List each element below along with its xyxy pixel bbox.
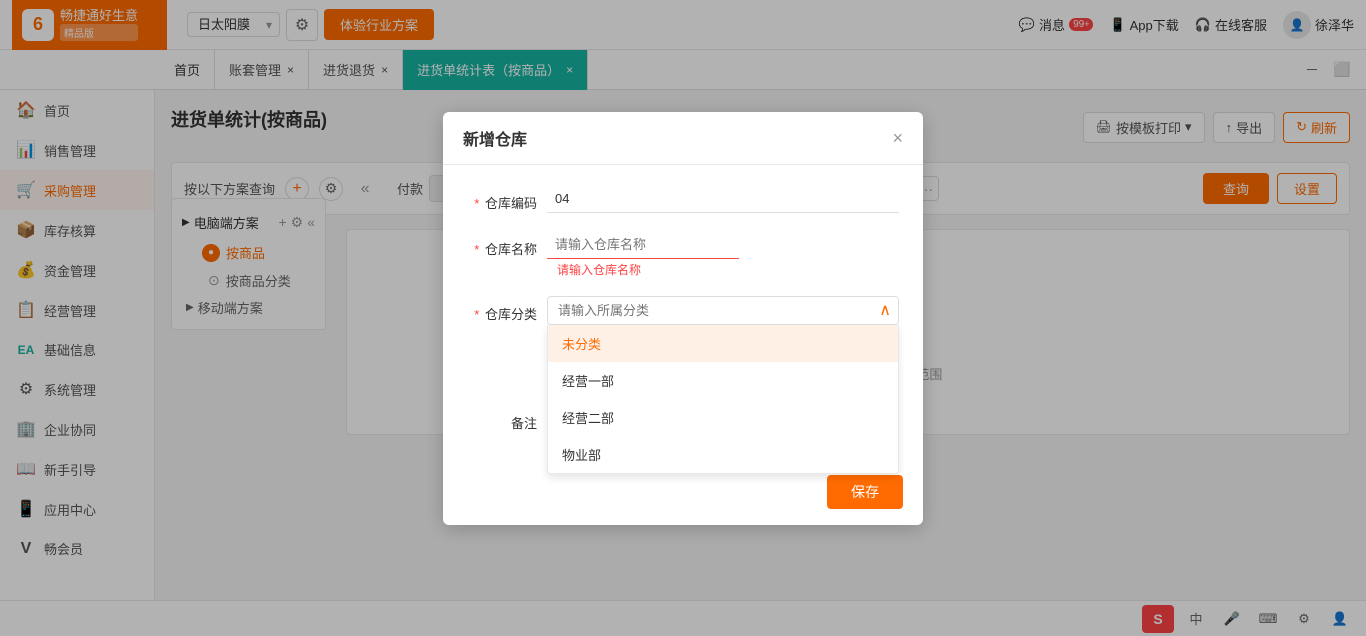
category-dropdown: 未分类 经营一部 经营二部 物业部 [547, 325, 899, 474]
modal-overlay[interactable]: 新增仓库 × * 仓库编码 * 仓库名称 [0, 0, 1366, 636]
code-required-mark: * [474, 196, 479, 211]
category-input[interactable] [547, 296, 899, 325]
category-form-row: * 仓库分类 ∧ 未分类 经营一部 经营二部 [467, 296, 899, 325]
category-label: * 仓库分类 [467, 296, 547, 323]
code-form-row: * 仓库编码 [467, 185, 899, 213]
name-required-mark: * [474, 242, 479, 257]
dropdown-item-dept1[interactable]: 经营一部 [548, 362, 898, 399]
modal-body: * 仓库编码 * 仓库名称 请输入仓库名称 [443, 165, 923, 441]
category-input-wrapper: ∧ 未分类 经营一部 经营二部 物业部 [547, 296, 899, 325]
modal-close-button[interactable]: × [892, 129, 903, 147]
dropdown-item-dept2[interactable]: 经营二部 [548, 399, 898, 436]
dropdown-item-uncategorized[interactable]: 未分类 [548, 325, 898, 362]
name-input[interactable] [547, 231, 739, 259]
category-toggle-icon[interactable]: ∧ [879, 300, 891, 320]
code-input[interactable] [547, 185, 899, 213]
cat-required-mark: * [474, 307, 479, 322]
modal-save-button[interactable]: 保存 [827, 475, 903, 509]
name-label: * 仓库名称 [467, 231, 547, 258]
code-label: * 仓库编码 [467, 185, 547, 212]
name-form-row: * 仓库名称 请输入仓库名称 [467, 231, 899, 278]
dropdown-item-property[interactable]: 物业部 [548, 436, 898, 473]
name-error-msg: 请输入仓库名称 [557, 261, 641, 278]
modal-title: 新增仓库 [463, 126, 527, 150]
note-label: 备注 [467, 405, 547, 432]
modal-header: 新增仓库 × [443, 112, 923, 165]
new-warehouse-modal: 新增仓库 × * 仓库编码 * 仓库名称 [443, 112, 923, 525]
